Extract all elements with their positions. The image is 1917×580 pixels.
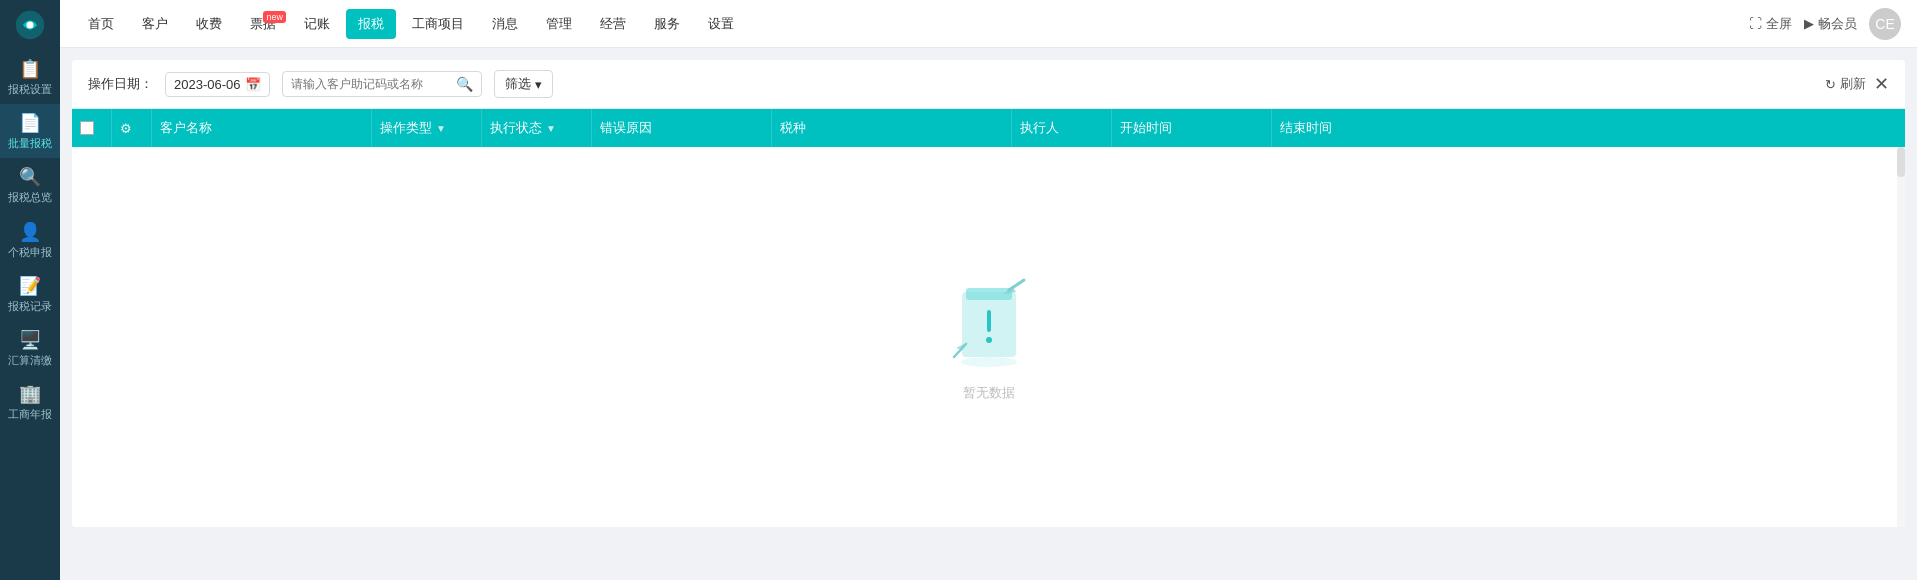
sidebar-item-huisuan-jiaona[interactable]: 🖥️ 汇算清缴 — [0, 321, 60, 375]
refresh-icon: ↻ — [1825, 77, 1836, 92]
sidebar-item-piliang-baoshui-label: 批量报税 — [8, 137, 52, 150]
table-body: 暂无数据 — [72, 147, 1905, 527]
sidebar-item-baoshui-shezhi-label: 报税设置 — [8, 83, 52, 96]
empty-illustration — [944, 272, 1034, 372]
sort-icon-exec-status[interactable]: ▼ — [546, 123, 556, 134]
svg-point-5 — [986, 337, 992, 343]
th-end-time: 结束时间 — [1272, 109, 1402, 147]
svg-rect-4 — [987, 310, 991, 332]
calendar-icon: 📅 — [245, 77, 261, 92]
refresh-button[interactable]: ↻ 刷新 — [1825, 75, 1866, 93]
nav-guanli[interactable]: 管理 — [534, 9, 584, 39]
table-header: ⚙ 客户名称 操作类型 ▼ 执行状态 ▼ 错误原因 税种 — [72, 109, 1905, 147]
fullscreen-icon: ⛶ — [1749, 16, 1762, 31]
nav-homepage[interactable]: 首页 — [76, 9, 126, 39]
search-wrap: 🔍 — [282, 71, 482, 97]
member-icon: ▶ — [1804, 16, 1814, 31]
th-operation-type: 操作类型 ▼ — [372, 109, 482, 147]
th-error-reason: 错误原因 — [592, 109, 772, 147]
filterbar-right: ↻ 刷新 ✕ — [1825, 75, 1889, 93]
avatar[interactable]: CE — [1869, 8, 1901, 40]
svg-point-10 — [961, 357, 1017, 367]
nav-jizhang[interactable]: 记账 — [292, 9, 342, 39]
sidebar-item-geshui-shenbao-label: 个税申报 — [8, 246, 52, 259]
nav-shoufei[interactable]: 收费 — [184, 9, 234, 39]
data-table: ⚙ 客户名称 操作类型 ▼ 执行状态 ▼ 错误原因 税种 — [72, 109, 1905, 527]
baoshui-jilu-icon: 📝 — [19, 275, 41, 297]
gongshang-nianbao-icon: 🏢 — [19, 383, 41, 405]
sidebar-item-huisuan-jiaona-label: 汇算清缴 — [8, 354, 52, 367]
member-button[interactable]: ▶ 畅会员 — [1804, 15, 1857, 33]
chevron-down-icon: ▾ — [535, 77, 542, 92]
content-area: 操作日期： 2023-06-06 📅 🔍 筛选 ▾ ↻ 刷新 ✕ — [60, 48, 1917, 580]
date-label: 操作日期： — [88, 75, 153, 93]
svg-rect-3 — [966, 288, 1012, 300]
nav-xiaoxi[interactable]: 消息 — [480, 9, 530, 39]
filter-bar: 操作日期： 2023-06-06 📅 🔍 筛选 ▾ ↻ 刷新 ✕ — [72, 60, 1905, 109]
settings-icon: ⚙ — [120, 121, 132, 136]
main-area: 首页 客户 收费 票据 new 记账 报税 工商项目 消息 管理 经营 服务 设… — [60, 0, 1917, 580]
th-exec-status: 执行状态 ▼ — [482, 109, 592, 147]
scrollbar-track[interactable] — [1897, 147, 1905, 527]
nav-customer[interactable]: 客户 — [130, 9, 180, 39]
date-picker[interactable]: 2023-06-06 📅 — [165, 72, 270, 97]
search-icon[interactable]: 🔍 — [456, 76, 473, 92]
new-badge: new — [263, 11, 286, 24]
sidebar-item-gongshang-nianbao[interactable]: 🏢 工商年报 — [0, 375, 60, 429]
sidebar-item-baoshui-jilu[interactable]: 📝 报税记录 — [0, 267, 60, 321]
nav-jingying[interactable]: 经营 — [588, 9, 638, 39]
sidebar-item-geshui-shenbao[interactable]: 👤 个税申报 — [0, 213, 60, 267]
sidebar-item-baoshui-zonlan-label: 报税总览 — [8, 191, 52, 204]
empty-text: 暂无数据 — [963, 384, 1015, 402]
sidebar-item-baoshui-jilu-label: 报税记录 — [8, 300, 52, 313]
app-logo — [0, 0, 60, 50]
piliang-baoshui-icon: 📄 — [19, 112, 41, 134]
nav-shezhi[interactable]: 设置 — [696, 9, 746, 39]
nav-baoshui[interactable]: 报税 — [346, 9, 396, 39]
top-navigation: 首页 客户 收费 票据 new 记账 报税 工商项目 消息 管理 经营 服务 设… — [60, 0, 1917, 48]
huisuan-jiaona-icon: 🖥️ — [19, 329, 41, 351]
th-customer-name: 客户名称 — [152, 109, 372, 147]
search-input[interactable] — [291, 77, 456, 91]
filter-button[interactable]: 筛选 ▾ — [494, 70, 553, 98]
topnav-right: ⛶ 全屏 ▶ 畅会员 CE — [1749, 8, 1901, 40]
baoshui-shezhi-icon: 📋 — [19, 58, 41, 80]
th-checkbox[interactable] — [72, 109, 112, 147]
sidebar: 📋 报税设置 📄 批量报税 🔍 报税总览 👤 个税申报 📝 报税记录 🖥️ 汇算… — [0, 0, 60, 580]
sidebar-item-baoshui-shezhi[interactable]: 📋 报税设置 — [0, 50, 60, 104]
nav-gongshang-xiangmu[interactable]: 工商项目 — [400, 9, 476, 39]
sidebar-item-piliang-baoshui[interactable]: 📄 批量报税 — [0, 104, 60, 158]
th-tax-type: 税种 — [772, 109, 1012, 147]
empty-state: 暂无数据 — [944, 232, 1034, 442]
fullscreen-button[interactable]: ⛶ 全屏 — [1749, 15, 1792, 33]
th-executor: 执行人 — [1012, 109, 1112, 147]
close-button[interactable]: ✕ — [1874, 75, 1889, 93]
header-checkbox[interactable] — [80, 121, 94, 135]
date-value: 2023-06-06 — [174, 77, 241, 92]
sidebar-item-gongshang-nianbao-label: 工商年报 — [8, 408, 52, 421]
nav-fuwu[interactable]: 服务 — [642, 9, 692, 39]
th-start-time: 开始时间 — [1112, 109, 1272, 147]
svg-point-1 — [26, 21, 33, 28]
nav-piaoju[interactable]: 票据 new — [238, 9, 288, 39]
geshui-shenbao-icon: 👤 — [19, 221, 41, 243]
sidebar-item-baoshui-zonlan[interactable]: 🔍 报税总览 — [0, 158, 60, 212]
scrollbar-thumb[interactable] — [1897, 147, 1905, 177]
sort-icon-operation-type[interactable]: ▼ — [436, 123, 446, 134]
baoshui-zonlan-icon: 🔍 — [19, 166, 41, 188]
th-settings[interactable]: ⚙ — [112, 109, 152, 147]
